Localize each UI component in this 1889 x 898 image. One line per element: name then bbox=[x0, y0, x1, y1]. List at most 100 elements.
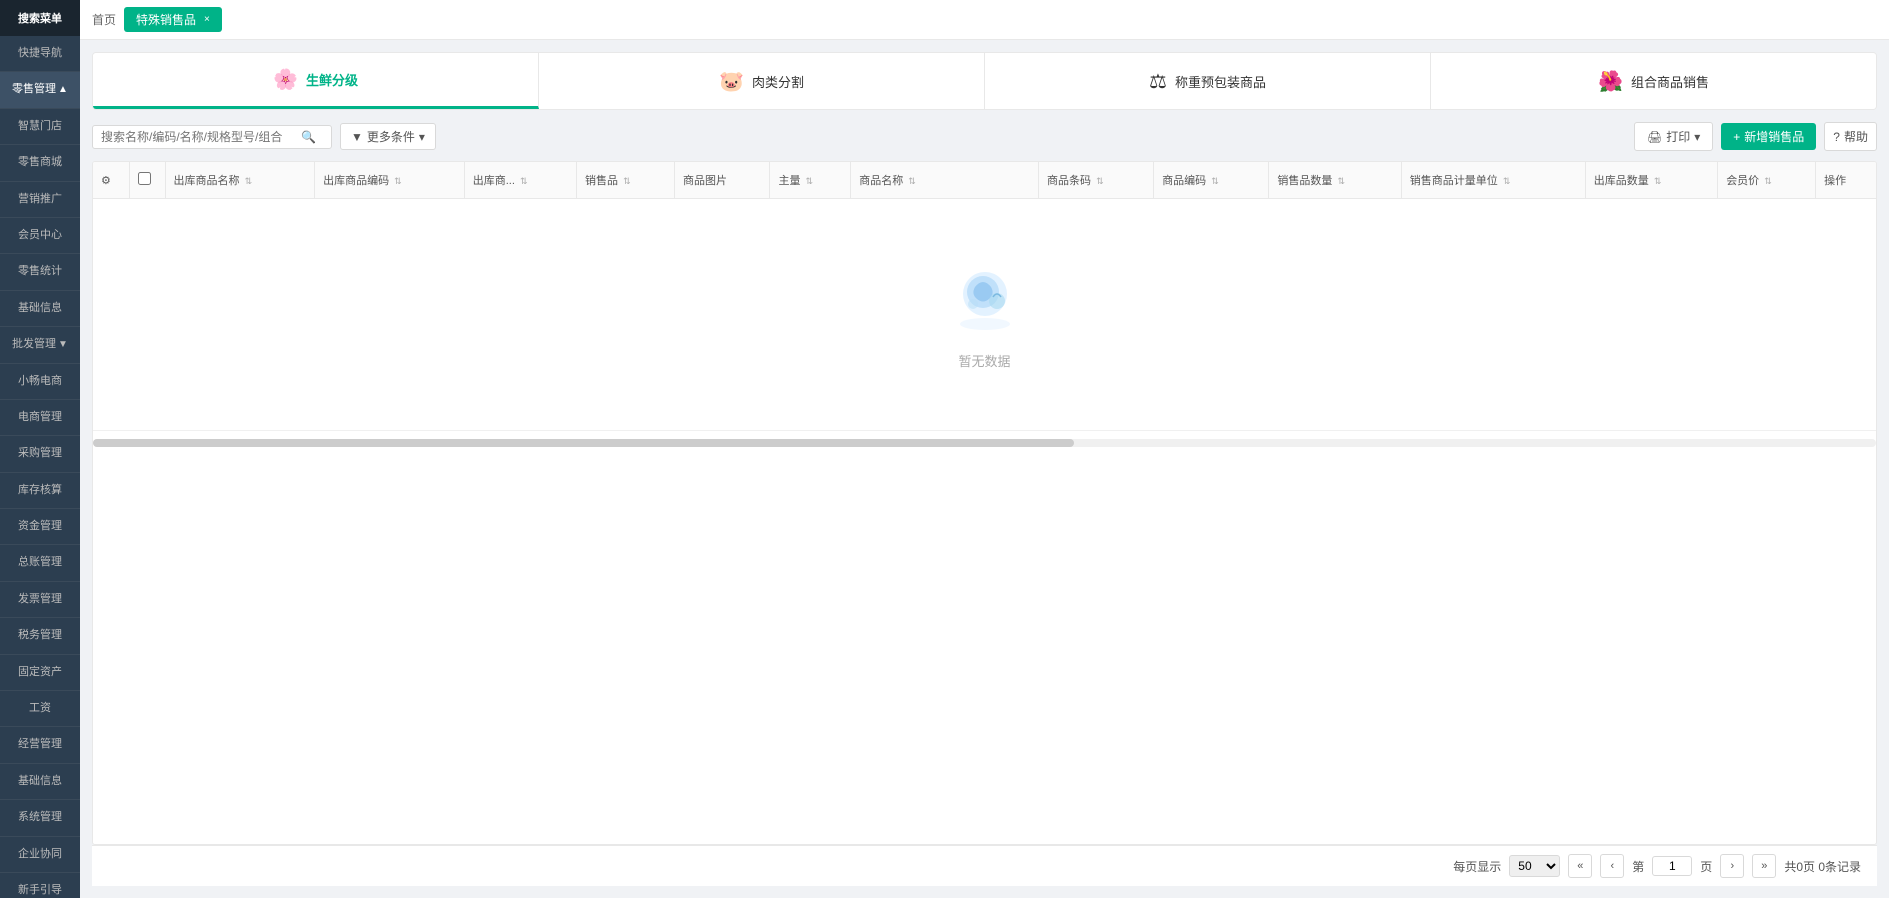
help-button[interactable]: ? 帮助 bbox=[1824, 122, 1877, 151]
col-label: 主量 bbox=[778, 175, 800, 187]
sidebar-item-retail-stats[interactable]: 零售统计 bbox=[0, 254, 80, 290]
per-page-select[interactable]: 10 20 50 100 bbox=[1509, 855, 1560, 877]
sidebar: 搜索菜单 快捷导航 零售管理 ▲ 智慧门店 零售商城 营销推广 会员中心 零售统… bbox=[0, 0, 80, 898]
sidebar-logo[interactable]: 搜索菜单 bbox=[0, 0, 80, 36]
col-operation: 操作 bbox=[1816, 162, 1876, 199]
sidebar-item-label: 新手引导 bbox=[18, 884, 62, 896]
sidebar-item-sys-mgmt[interactable]: 系统管理 bbox=[0, 800, 80, 836]
search-input[interactable] bbox=[101, 130, 301, 144]
new-label: 新增销售品 bbox=[1744, 128, 1804, 145]
topbar: 首页 特殊销售品 × bbox=[80, 0, 1889, 40]
sidebar-item-inventory[interactable]: 库存核算 bbox=[0, 473, 80, 509]
sidebar-item-retail-mgmt[interactable]: 零售管理 ▲ bbox=[0, 72, 80, 108]
sidebar-item-label: 营销推广 bbox=[18, 193, 62, 205]
first-page-button[interactable]: « bbox=[1568, 854, 1592, 878]
sidebar-item-ecommerce-mgmt[interactable]: 电商管理 bbox=[0, 400, 80, 436]
sidebar-item-base-info2[interactable]: 基础信息 bbox=[0, 764, 80, 800]
filter-button[interactable]: ▼ 更多条件 ▾ bbox=[340, 123, 436, 150]
content-area: 🌸 生鲜分级 🐷 肉类分割 ⚖ 称重预包装商品 🌺 组合商品销售 🔍 bbox=[80, 40, 1889, 898]
combo-sales-icon: 🌺 bbox=[1598, 69, 1623, 94]
sort-icon: ⇅ bbox=[1337, 176, 1345, 186]
home-link[interactable]: 首页 bbox=[92, 11, 116, 28]
print-icon: 🖨 bbox=[1647, 130, 1662, 144]
col-settings[interactable]: ⚙ bbox=[93, 162, 129, 199]
sidebar-item-quick-nav[interactable]: 快捷导航 bbox=[0, 36, 80, 72]
sidebar-item-label: 税务管理 bbox=[18, 629, 62, 641]
sort-icon: ⇅ bbox=[623, 176, 631, 186]
next-page-button[interactable]: › bbox=[1720, 854, 1744, 878]
meat-cut-icon: 🐷 bbox=[719, 69, 744, 94]
main-content: 首页 特殊销售品 × 🌸 生鲜分级 🐷 肉类分割 ⚖ 称重预包装商品 🌺 组合商… bbox=[80, 0, 1889, 898]
tab-navigation: 🌸 生鲜分级 🐷 肉类分割 ⚖ 称重预包装商品 🌺 组合商品销售 bbox=[92, 52, 1877, 110]
sidebar-item-label: 零售统计 bbox=[18, 265, 62, 277]
col-out-qty[interactable]: 出库品数量 ⇅ bbox=[1585, 162, 1717, 199]
sidebar-item-purchase-mgmt[interactable]: 采购管理 bbox=[0, 436, 80, 472]
col-goods-name[interactable]: 商品名称 ⇅ bbox=[851, 162, 1039, 199]
prev-page-button[interactable]: ‹ bbox=[1600, 854, 1624, 878]
col-goods-code[interactable]: 商品编码 ⇅ bbox=[1154, 162, 1269, 199]
sidebar-item-label: 库存核算 bbox=[18, 484, 62, 496]
sidebar-item-general-ledger[interactable]: 总账管理 bbox=[0, 545, 80, 581]
select-all-checkbox[interactable] bbox=[138, 172, 151, 185]
page-label: 页 bbox=[1700, 858, 1712, 875]
active-tab[interactable]: 特殊销售品 × bbox=[124, 7, 222, 32]
tab-combo-sales[interactable]: 🌺 组合商品销售 bbox=[1431, 53, 1876, 109]
new-sales-button[interactable]: + 新增销售品 bbox=[1721, 123, 1816, 150]
sidebar-item-marketing[interactable]: 营销推广 bbox=[0, 182, 80, 218]
sidebar-item-enterprise[interactable]: 企业协同 bbox=[0, 837, 80, 873]
horizontal-scrollbar[interactable] bbox=[93, 439, 1876, 447]
sort-icon: ⇅ bbox=[1503, 176, 1511, 186]
sidebar-item-new-guide[interactable]: 新手引导 bbox=[0, 873, 80, 898]
sidebar-item-finance-mgmt[interactable]: 资金管理 bbox=[0, 509, 80, 545]
empty-state: 暂无数据 bbox=[93, 199, 1876, 430]
sidebar-item-label: 资金管理 bbox=[18, 520, 62, 532]
col-member-price[interactable]: 会员价 ⇅ bbox=[1718, 162, 1816, 199]
tab-close-button[interactable]: × bbox=[204, 14, 210, 25]
sidebar-item-tax-mgmt[interactable]: 税务管理 bbox=[0, 618, 80, 654]
sidebar-item-fixed-assets[interactable]: 固定资产 bbox=[0, 655, 80, 691]
help-label: 帮助 bbox=[1844, 128, 1868, 145]
page-input[interactable] bbox=[1652, 856, 1692, 876]
col-sales-qty[interactable]: 销售品数量 ⇅ bbox=[1269, 162, 1401, 199]
sidebar-item-label: 采购管理 bbox=[18, 447, 62, 459]
print-label: 打印 bbox=[1666, 128, 1690, 145]
sidebar-item-member-center[interactable]: 会员中心 bbox=[0, 218, 80, 254]
col-out-goods-x[interactable]: 出库商... ⇅ bbox=[464, 162, 576, 199]
col-goods-barcode[interactable]: 商品条码 ⇅ bbox=[1039, 162, 1154, 199]
col-checkbox[interactable] bbox=[129, 162, 165, 199]
sidebar-item-smart-store[interactable]: 智慧门店 bbox=[0, 109, 80, 145]
col-label: 会员价 bbox=[1726, 175, 1759, 187]
weight-prepack-icon: ⚖ bbox=[1149, 69, 1167, 94]
last-page-button[interactable]: » bbox=[1752, 854, 1776, 878]
sort-icon: ⇅ bbox=[245, 176, 253, 186]
tab-meat-cut[interactable]: 🐷 肉类分割 bbox=[539, 53, 985, 109]
sidebar-item-label: 固定资产 bbox=[18, 666, 62, 678]
search-box[interactable]: 🔍 bbox=[92, 125, 332, 149]
sidebar-item-mini-shop[interactable]: 小畅电商 bbox=[0, 364, 80, 400]
sidebar-item-invoice-mgmt[interactable]: 发票管理 bbox=[0, 582, 80, 618]
col-out-goods-name[interactable]: 出库商品名称 ⇅ bbox=[165, 162, 315, 199]
sidebar-item-basic-info[interactable]: 基础信息 bbox=[0, 291, 80, 327]
tab-weight-prepack[interactable]: ⚖ 称重预包装商品 bbox=[985, 53, 1431, 109]
col-label: 销售商品计量单位 bbox=[1410, 175, 1498, 187]
sidebar-item-wholesale-mgmt[interactable]: 批发管理 ▼ bbox=[0, 327, 80, 363]
print-arrow-icon: ▾ bbox=[1694, 130, 1700, 144]
per-page-label: 每页显示 bbox=[1453, 858, 1501, 875]
sidebar-item-ops-mgmt[interactable]: 经营管理 bbox=[0, 727, 80, 763]
col-goods-image: 商品图片 bbox=[675, 162, 770, 199]
pagination-bar: 每页显示 10 20 50 100 « ‹ 第 页 › » 共0页 0条记录 bbox=[92, 845, 1877, 886]
sidebar-item-label: 基础信息 bbox=[18, 302, 62, 314]
sort-icon: ⇅ bbox=[1654, 176, 1662, 186]
col-weight[interactable]: 主量 ⇅ bbox=[770, 162, 851, 199]
tab-fresh-grade[interactable]: 🌸 生鲜分级 bbox=[93, 53, 539, 109]
tab-label: 特殊销售品 bbox=[136, 11, 196, 28]
print-button[interactable]: 🖨 打印 ▾ bbox=[1634, 122, 1713, 151]
sort-icon: ⇅ bbox=[1096, 176, 1104, 186]
col-out-goods-code[interactable]: 出库商品编码 ⇅ bbox=[315, 162, 465, 199]
sidebar-item-retail-mall[interactable]: 零售商城 bbox=[0, 145, 80, 181]
sidebar-item-hr[interactable]: 工资 bbox=[0, 691, 80, 727]
col-sales-goods[interactable]: 销售品 ⇅ bbox=[577, 162, 675, 199]
sidebar-item-label: 企业协同 bbox=[18, 848, 62, 860]
col-sales-unit[interactable]: 销售商品计量单位 ⇅ bbox=[1401, 162, 1585, 199]
data-table-container: ⚙ 出库商品名称 ⇅ 出库商品编码 ⇅ bbox=[92, 161, 1877, 845]
